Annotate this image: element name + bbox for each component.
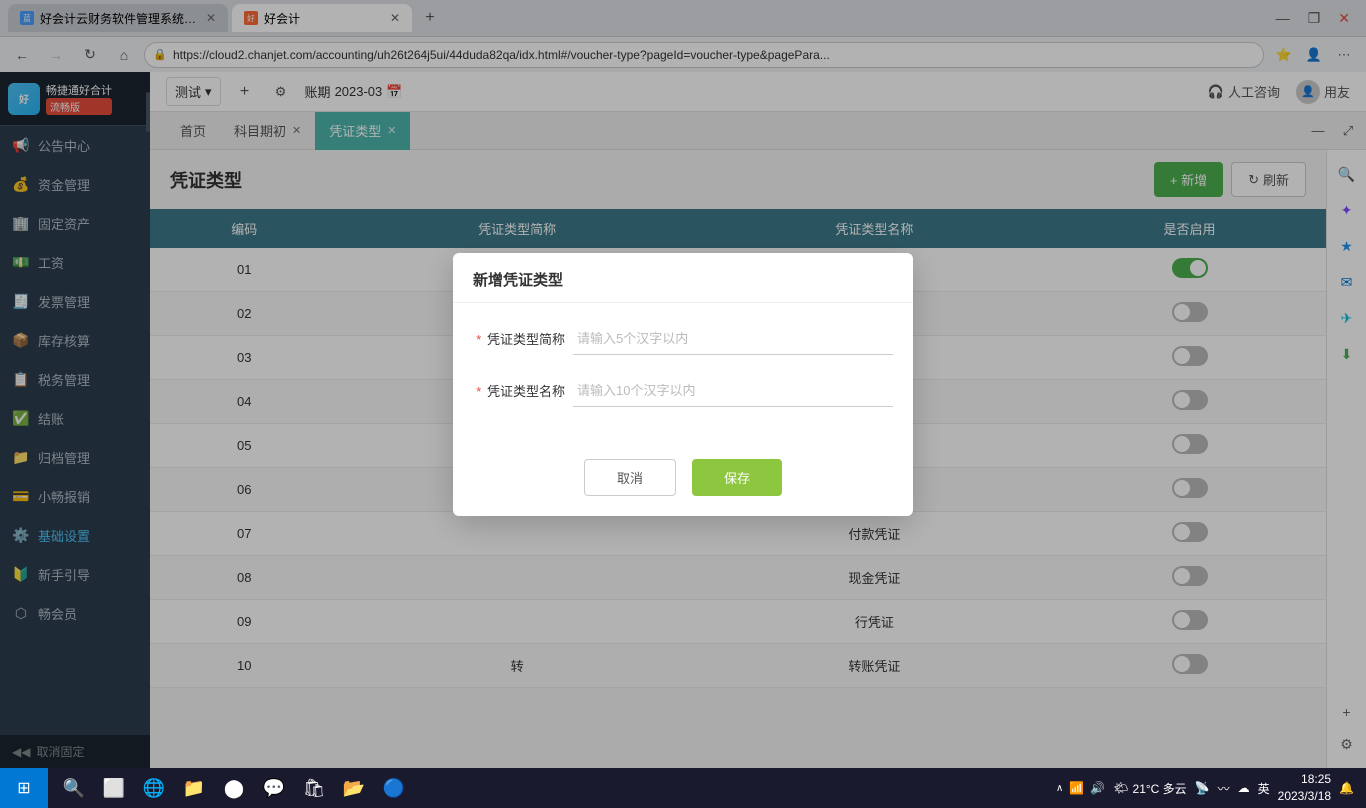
weather-text: 21°C 多云 bbox=[1133, 780, 1187, 797]
modal-overlay: 新增凭证类型 * 凭证类型简称 * 凭证类型名称 取消 保存 bbox=[0, 0, 1366, 768]
network-icon: 📡 bbox=[1195, 781, 1210, 795]
modal-body: * 凭证类型简称 * 凭证类型名称 bbox=[453, 303, 913, 447]
systray-wifi[interactable]: 📶 bbox=[1069, 781, 1084, 795]
save-button[interactable]: 保存 bbox=[692, 459, 782, 496]
required-marker-2: * bbox=[476, 384, 481, 399]
clock-date: 2023/3/18 bbox=[1278, 788, 1331, 805]
full-name-label: * 凭证类型名称 bbox=[473, 381, 573, 400]
modal-header: 新增凭证类型 bbox=[453, 253, 913, 303]
taskbar-ms-edge2[interactable]: 🔵 bbox=[376, 770, 412, 806]
taskbar-search[interactable]: 🔍 bbox=[56, 770, 92, 806]
keyboard-lang[interactable]: 英 bbox=[1258, 780, 1270, 797]
taskbar-wechat[interactable]: 💬 bbox=[256, 770, 292, 806]
taskbar-clock[interactable]: 18:25 2023/3/18 bbox=[1278, 771, 1331, 805]
taskbar-right: ∧ 📶 🔊 🌤 21°C 多云 📡 〰 ☁ 英 18:25 2023/3/18 … bbox=[1044, 771, 1366, 805]
start-button[interactable]: ⊞ bbox=[0, 768, 48, 808]
required-marker: * bbox=[476, 332, 481, 347]
taskbar-task-view[interactable]: ⬜ bbox=[96, 770, 132, 806]
modal-title: 新增凭证类型 bbox=[473, 272, 563, 289]
short-name-label: * 凭证类型简称 bbox=[473, 329, 573, 348]
systray: ∧ 📶 🔊 bbox=[1056, 781, 1105, 795]
cancel-button[interactable]: 取消 bbox=[584, 459, 676, 496]
taskbar-chrome[interactable]: ⬤ bbox=[216, 770, 252, 806]
notification-icon[interactable]: 🔔 bbox=[1339, 781, 1354, 795]
full-name-input[interactable] bbox=[573, 375, 893, 407]
short-name-input[interactable] bbox=[573, 323, 893, 355]
weather-widget[interactable]: 🌤 21°C 多云 bbox=[1113, 780, 1186, 797]
add-voucher-type-modal: 新增凭证类型 * 凭证类型简称 * 凭证类型名称 取消 保存 bbox=[453, 253, 913, 516]
modal-footer: 取消 保存 bbox=[453, 447, 913, 516]
systray-volume[interactable]: 🔊 bbox=[1090, 781, 1105, 795]
weather-icon: 🌤 bbox=[1113, 781, 1128, 795]
systray-chevron[interactable]: ∧ bbox=[1056, 783, 1063, 794]
form-row-full-name: * 凭证类型名称 bbox=[473, 375, 893, 407]
taskbar-items: 🔍 ⬜ 🌐 📁 ⬤ 💬 🛍 📂 🔵 bbox=[48, 770, 1044, 806]
taskbar-edge[interactable]: 🌐 bbox=[136, 770, 172, 806]
sound-waves: 〰 bbox=[1218, 780, 1230, 797]
cloud-icon: ☁ bbox=[1238, 781, 1250, 795]
taskbar-explorer[interactable]: 📁 bbox=[176, 770, 212, 806]
taskbar-store[interactable]: 🛍 bbox=[296, 770, 332, 806]
form-row-short-name: * 凭证类型简称 bbox=[473, 323, 893, 355]
windows-icon: ⊞ bbox=[17, 778, 30, 798]
taskbar-files[interactable]: 📂 bbox=[336, 770, 372, 806]
clock-time: 18:25 bbox=[1278, 771, 1331, 788]
taskbar: ⊞ 🔍 ⬜ 🌐 📁 ⬤ 💬 🛍 📂 🔵 ∧ 📶 🔊 🌤 21°C 多云 📡 〰 … bbox=[0, 768, 1366, 808]
